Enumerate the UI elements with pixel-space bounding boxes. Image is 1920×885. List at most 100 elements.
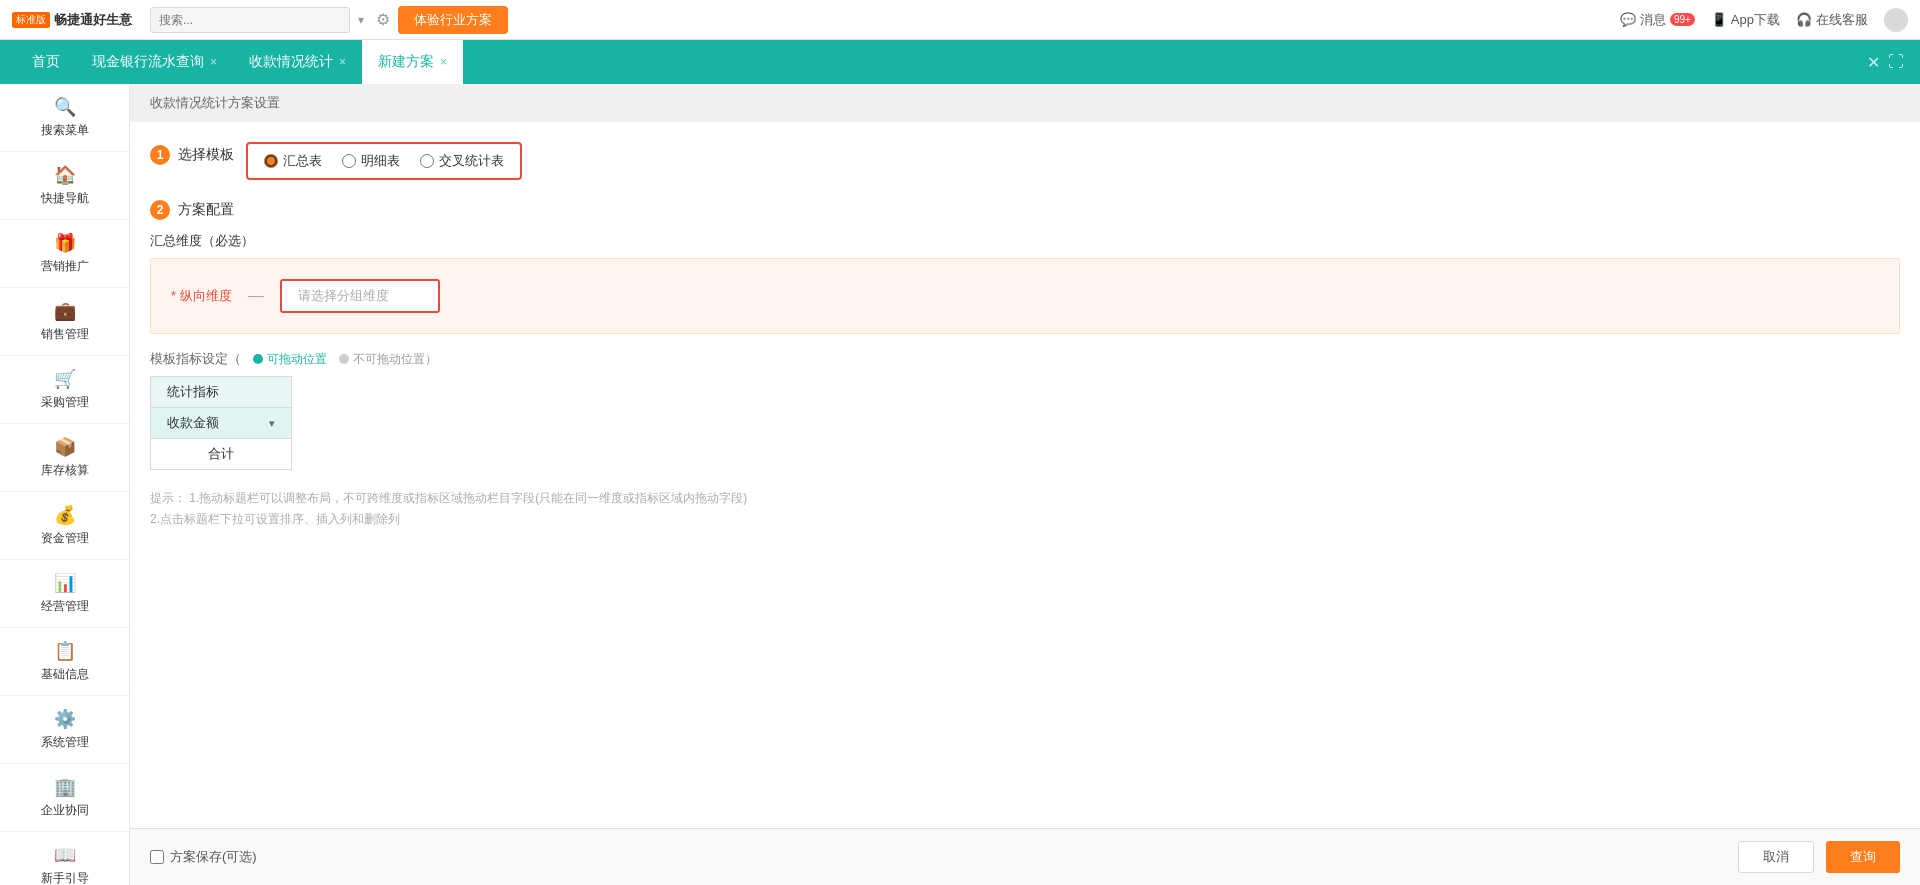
draggable-label: 可拖动位置: [267, 351, 327, 368]
gear-icon[interactable]: ⚙: [376, 10, 390, 29]
system-icon: ⚙️: [54, 708, 76, 730]
finance-icon: 💰: [54, 504, 76, 526]
page-header: 收款情况统计方案设置: [130, 84, 1920, 122]
content-area: 1 选择模板 汇总表 明细表: [130, 122, 1920, 828]
dimension-config-area: * 纵向维度 — 请选择分组维度: [150, 258, 1900, 334]
radio-summary[interactable]: 汇总表: [264, 152, 322, 170]
search-input[interactable]: [150, 7, 350, 33]
vertical-dim-label: * 纵向维度: [171, 287, 232, 305]
radio-summary-label: 汇总表: [283, 152, 322, 170]
step1-num: 1: [150, 145, 170, 165]
tab-cash-flow-label: 现金银行流水查询: [92, 53, 204, 71]
arrow-icon: —: [248, 287, 264, 305]
radio-cross-label: 交叉统计表: [439, 152, 504, 170]
industry-btn[interactable]: 体验行业方案: [398, 6, 508, 34]
cancel-button[interactable]: 取消: [1738, 841, 1814, 873]
draggable-dot: [253, 354, 263, 364]
sidebar-item-marketing[interactable]: 🎁 营销推广: [0, 220, 129, 288]
close-collection-stat-icon[interactable]: ×: [339, 55, 346, 69]
sidebar-item-system[interactable]: ⚙️ 系统管理: [0, 696, 129, 764]
close-window-icon[interactable]: ✕: [1867, 53, 1880, 72]
close-new-plan-icon[interactable]: ×: [440, 55, 447, 69]
metrics-section-label: 模板指标设定（: [150, 350, 241, 368]
home-icon: 🏠: [54, 164, 76, 186]
sidebar-item-sales[interactable]: 💼 销售管理: [0, 288, 129, 356]
metrics-table: 统计指标 收款金额 ▾ 合计: [150, 376, 292, 470]
template-radio-group: 汇总表 明细表 交叉统计表: [246, 142, 522, 180]
sidebar-item-purchase[interactable]: 🛒 采购管理: [0, 356, 129, 424]
summary-dim-title: 汇总维度（必选）: [150, 232, 1900, 250]
dropdown-arrow-icon[interactable]: ▾: [358, 13, 364, 27]
dim-select[interactable]: 请选择分组维度: [280, 279, 440, 313]
save-checkbox-input[interactable]: [150, 850, 164, 864]
expand-icon[interactable]: ⛶: [1888, 53, 1904, 72]
logo-text: 畅捷通好生意: [54, 11, 132, 29]
col-dropdown-icon[interactable]: ▾: [269, 417, 275, 430]
logo: 标准版 畅捷通好生意: [12, 6, 142, 34]
nav-tabs: 首页 现金银行流水查询 × 收款情况统计 × 新建方案 × ✕ ⛶: [0, 40, 1920, 84]
messages-btn[interactable]: 💬 消息 99+: [1620, 11, 1695, 29]
basic-icon: 📋: [54, 640, 76, 662]
management-icon: 📊: [54, 572, 76, 594]
breadcrumb: 收款情况统计方案设置: [150, 95, 280, 110]
no-drag-label: 不可拖动位置）: [353, 351, 437, 368]
search-icon: 🔍: [54, 96, 76, 118]
logo-badge: 标准版: [12, 12, 50, 28]
inventory-icon: 📦: [54, 436, 76, 458]
app-body: 🔍 搜索菜单 🏠 快捷导航 🎁 营销推广 💼 销售管理 🛒 采购管理 📦 库存核…: [0, 84, 1920, 885]
col-header[interactable]: 收款金额 ▾: [151, 408, 291, 439]
enterprise-icon: 🏢: [54, 776, 76, 798]
step2-label: 2 方案配置: [150, 200, 1900, 220]
save-checkbox-label: 方案保存(可选): [170, 848, 257, 866]
step2-num: 2: [150, 200, 170, 220]
sidebar-item-guide[interactable]: 📖 新手引导: [0, 832, 129, 885]
tab-collection-stat-label: 收款情况统计: [249, 53, 333, 71]
avatar[interactable]: [1884, 8, 1908, 32]
tab-new-plan[interactable]: 新建方案 ×: [362, 40, 463, 84]
msg-badge: 99+: [1670, 13, 1695, 26]
sidebar-item-basic[interactable]: 📋 基础信息: [0, 628, 129, 696]
step1-section: 1 选择模板 汇总表 明细表: [150, 142, 1900, 180]
sidebar-item-finance[interactable]: 💰 资金管理: [0, 492, 129, 560]
stats-label: 统计指标: [167, 383, 219, 401]
step2-title: 方案配置: [178, 201, 234, 219]
step1-title: 选择模板: [178, 146, 234, 164]
sidebar-item-inventory[interactable]: 📦 库存核算: [0, 424, 129, 492]
radio-cross[interactable]: 交叉统计表: [420, 152, 504, 170]
bottom-buttons: 取消 查询: [1738, 841, 1900, 873]
chat-icon: 🎧: [1796, 12, 1812, 27]
guide-icon: 📖: [54, 844, 76, 866]
sidebar-item-enterprise[interactable]: 🏢 企业协同: [0, 764, 129, 832]
query-button[interactable]: 查询: [1826, 841, 1900, 873]
top-bar: 标准版 畅捷通好生意 ▾ ⚙ 体验行业方案 💬 消息 99+ 📱 App下载 🎧…: [0, 0, 1920, 40]
hint2: 2.点击标题栏下拉可设置排序、插入列和删除列: [150, 511, 1900, 528]
radio-detail-label: 明细表: [361, 152, 400, 170]
window-controls: ✕ ⛶: [1867, 53, 1904, 72]
hint-section: 提示： 1.拖动标题栏可以调整布局，不可跨维度或指标区域拖动栏目字段(只能在同一…: [150, 490, 1900, 528]
tab-collection-stat[interactable]: 收款情况统计 ×: [233, 40, 362, 84]
purchase-icon: 🛒: [54, 368, 76, 390]
metrics-section: 模板指标设定（ 可拖动位置 不可拖动位置） 统计指标: [150, 350, 1900, 470]
no-drag-hint: 不可拖动位置）: [339, 351, 437, 368]
sidebar-item-search[interactable]: 🔍 搜索菜单: [0, 84, 129, 152]
main-content: 收款情况统计方案设置 1 选择模板 汇总表: [130, 84, 1920, 885]
sidebar-item-management[interactable]: 📊 经营管理: [0, 560, 129, 628]
tab-cash-flow[interactable]: 现金银行流水查询 ×: [76, 40, 233, 84]
app-download-btn[interactable]: 📱 App下载: [1711, 11, 1780, 29]
step1-label: 1 选择模板: [150, 145, 234, 165]
sidebar-item-nav[interactable]: 🏠 快捷导航: [0, 152, 129, 220]
metrics-table-header[interactable]: 统计指标: [151, 377, 291, 408]
top-right-area: 💬 消息 99+ 📱 App下载 🎧 在线客服: [1620, 8, 1908, 32]
row-cell: 合计: [151, 439, 291, 469]
tab-home[interactable]: 首页: [16, 40, 76, 84]
sales-icon: 💼: [54, 300, 76, 322]
close-cash-flow-icon[interactable]: ×: [210, 55, 217, 69]
online-chat-btn[interactable]: 🎧 在线客服: [1796, 11, 1868, 29]
step1-row: 1 选择模板 汇总表 明细表: [150, 142, 1900, 180]
save-checkbox[interactable]: 方案保存(可选): [150, 848, 257, 866]
marketing-icon: 🎁: [54, 232, 76, 254]
radio-detail[interactable]: 明细表: [342, 152, 400, 170]
download-icon: 📱: [1711, 12, 1727, 27]
step2-section: 2 方案配置 汇总维度（必选） * 纵向维度 — 请选择分组维度 模板指标设定（: [150, 200, 1900, 528]
draggable-hint: 可拖动位置: [253, 351, 327, 368]
